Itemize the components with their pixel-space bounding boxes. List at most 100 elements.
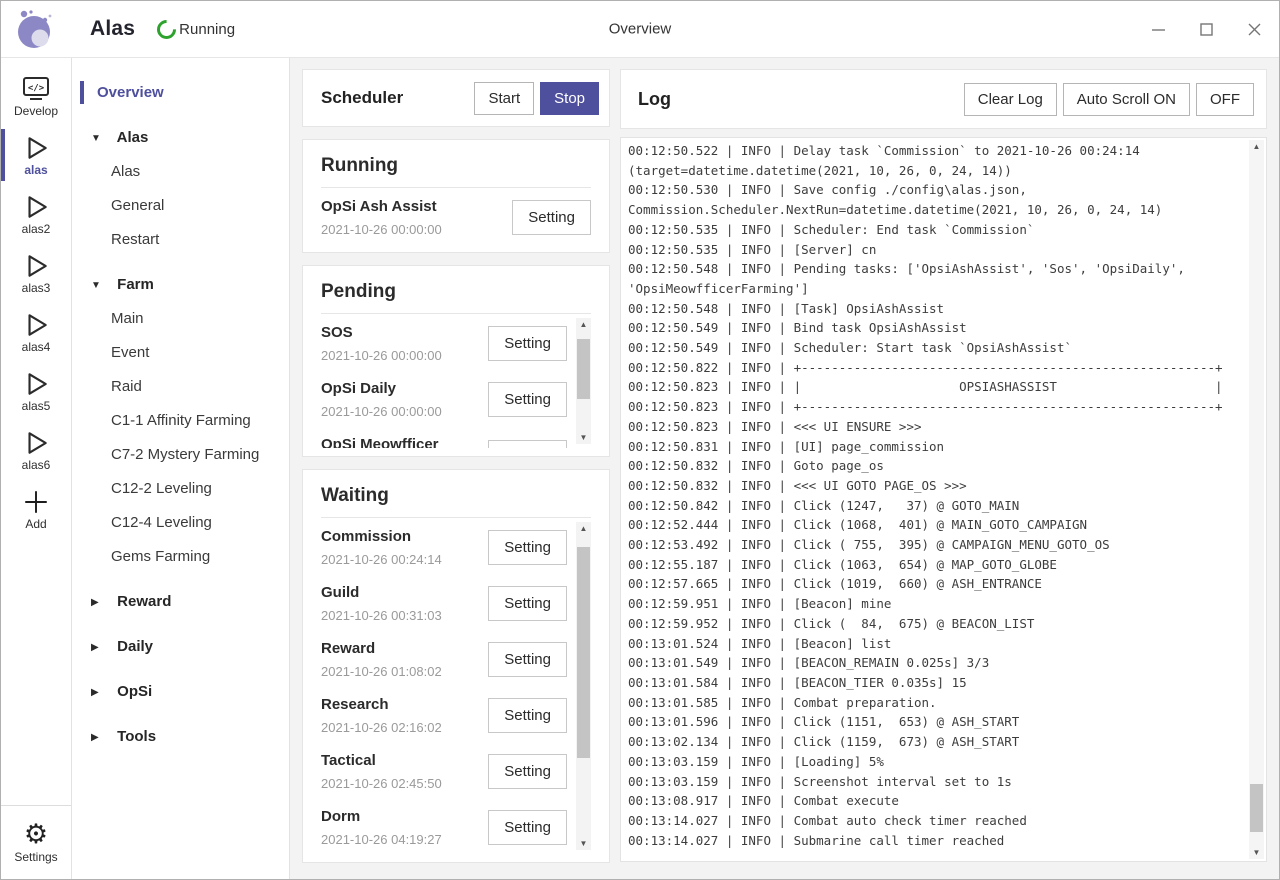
rail-item-alas[interactable]: alas <box>1 126 71 184</box>
waiting-scrollbar[interactable]: ▲ ▼ <box>576 522 591 850</box>
log-viewer[interactable]: 00:12:50.522 | INFO | Delay task `Commis… <box>620 137 1267 862</box>
log-line: 00:12:57.665 | INFO | Click (1019, 660) … <box>628 574 1240 594</box>
task-setting-button[interactable]: Setting <box>488 440 567 449</box>
task-setting-button[interactable]: Setting <box>488 810 567 845</box>
play-icon <box>22 429 50 457</box>
scroll-track[interactable] <box>1249 153 1264 846</box>
nav-item[interactable]: Restart <box>72 223 289 256</box>
scroll-thumb[interactable] <box>577 339 590 399</box>
auto-scroll-off-button[interactable]: OFF <box>1196 83 1254 116</box>
nav-item[interactable]: Raid <box>72 370 289 403</box>
scheduler-title: Scheduler <box>321 88 474 108</box>
log-line: 00:12:50.549 | INFO | Bind task OpsiAshA… <box>628 318 1240 338</box>
task-info: Research 2021-10-26 02:16:02 <box>321 695 488 735</box>
maximize-button[interactable] <box>1195 18 1217 40</box>
scroll-track[interactable] <box>576 331 591 431</box>
nav-item[interactable]: C1-1 Affinity Farming <box>72 404 289 437</box>
nav-item[interactable]: Main <box>72 302 289 335</box>
log-line: 00:12:50.842 | INFO | Click (1247, 37) @… <box>628 496 1240 516</box>
alas-logo-icon <box>14 7 58 51</box>
rail-item-label: alas5 <box>22 399 51 413</box>
rail-item-label: Add <box>25 517 46 531</box>
rail-item-develop[interactable]: </> Develop <box>1 67 71 125</box>
scroll-thumb[interactable] <box>1250 784 1263 833</box>
task-next-run-time: 2021-10-26 00:24:14 <box>321 552 488 567</box>
add-config-button[interactable]: Add <box>1 480 71 538</box>
window-controls <box>1147 1 1265 57</box>
task-info: Guild 2021-10-26 00:31:03 <box>321 583 488 623</box>
task-setting-button[interactable]: Setting <box>488 698 567 733</box>
rail-item-alas5[interactable]: alas5 <box>1 362 71 420</box>
task-row: OpSi Meowfficer Farming Setting <box>321 426 591 448</box>
task-next-run-time: 2021-10-26 00:00:00 <box>321 348 488 363</box>
nav-item[interactable]: ▶ Reward <box>72 585 289 618</box>
log-line: 00:12:50.548 | INFO | Pending tasks: ['O… <box>628 259 1240 298</box>
task-setting-button[interactable]: Setting <box>512 200 591 235</box>
nav-item[interactable]: ▼ Farm <box>72 268 289 301</box>
nav-item[interactable]: General <box>72 189 289 222</box>
pending-task-list: SOS 2021-10-26 00:00:00 Setting OpSi Dai… <box>321 314 591 448</box>
nav-item[interactable]: ▼ Alas <box>72 121 289 154</box>
rail-item-alas2[interactable]: alas2 <box>1 185 71 243</box>
task-setting-button[interactable]: Setting <box>488 586 567 621</box>
nav-item-label: Raid <box>111 378 142 395</box>
auto-scroll-on-button[interactable]: Auto Scroll ON <box>1063 83 1190 116</box>
scroll-down-icon[interactable]: ▼ <box>1249 846 1264 859</box>
nav-item-label: Restart <box>111 231 159 248</box>
running-panel-title: Running <box>321 155 591 188</box>
minimize-button[interactable] <box>1147 18 1169 40</box>
log-line: 00:13:01.549 | INFO | [BEACON_REMAIN 0.0… <box>628 653 1240 673</box>
nav-item-label: Overview <box>97 84 164 101</box>
nav-item[interactable]: Event <box>72 336 289 369</box>
triangle-icon: ▼ <box>91 133 113 144</box>
running-panel: Running OpSi Ash Assist 2021-10-26 00:00… <box>302 139 610 253</box>
task-setting-button[interactable]: Setting <box>488 530 567 565</box>
scroll-up-icon[interactable]: ▲ <box>576 318 591 331</box>
task-setting-button[interactable]: Setting <box>488 642 567 677</box>
settings-button[interactable]: ⚙ Settings <box>1 805 71 877</box>
scheduler-column: Scheduler Start Stop Running OpSi Ash As… <box>290 58 620 879</box>
nav-item[interactable]: Alas <box>72 155 289 188</box>
task-setting-button[interactable]: Setting <box>488 326 567 361</box>
scroll-up-icon[interactable]: ▲ <box>576 522 591 535</box>
nav-item[interactable]: Overview <box>72 76 289 109</box>
task-info: Dorm 2021-10-26 04:19:27 <box>321 807 488 847</box>
task-setting-button[interactable]: Setting <box>488 754 567 789</box>
rail-item-label: Settings <box>14 850 57 864</box>
rail-item-alas4[interactable]: alas4 <box>1 303 71 361</box>
nav-item[interactable]: Gems Farming <box>72 540 289 573</box>
scroll-track[interactable] <box>576 535 591 837</box>
scheduler-status-text: Running <box>179 21 235 38</box>
scroll-thumb[interactable] <box>577 547 590 758</box>
stop-button[interactable]: Stop <box>540 82 599 115</box>
rail-item-alas3[interactable]: alas3 <box>1 244 71 302</box>
nav-item[interactable]: C12-2 Leveling <box>72 472 289 505</box>
nav-item-label: Alas <box>117 129 149 146</box>
nav-item-label: C7-2 Mystery Farming <box>111 446 259 463</box>
log-line: 00:12:52.444 | INFO | Click (1068, 401) … <box>628 515 1240 535</box>
task-name: Commission <box>321 527 488 546</box>
task-setting-button[interactable]: Setting <box>488 382 567 417</box>
scroll-down-icon[interactable]: ▼ <box>576 837 591 850</box>
triangle-icon: ▼ <box>91 280 113 291</box>
pending-panel: Pending SOS 2021-10-26 00:00:00 Setting <box>302 265 610 457</box>
log-line: 00:13:03.159 | INFO | [Loading] 5% <box>628 752 1240 772</box>
nav-item[interactable]: ▶ Tools <box>72 720 289 753</box>
rail-item-alas6[interactable]: alas6 <box>1 421 71 479</box>
scroll-down-icon[interactable]: ▼ <box>576 431 591 444</box>
start-button[interactable]: Start <box>474 82 534 115</box>
pending-scrollbar[interactable]: ▲ ▼ <box>576 318 591 444</box>
close-button[interactable] <box>1243 18 1265 40</box>
nav-item-label: Main <box>111 310 144 327</box>
nav-item[interactable]: ▶ OpSi <box>72 675 289 708</box>
clear-log-button[interactable]: Clear Log <box>964 83 1057 116</box>
scroll-up-icon[interactable]: ▲ <box>1249 140 1264 153</box>
log-scrollbar[interactable]: ▲ ▼ <box>1249 140 1264 859</box>
nav-item[interactable]: C7-2 Mystery Farming <box>72 438 289 471</box>
rail-item-label: alas6 <box>22 458 51 472</box>
log-line: 00:12:50.823 | INFO | | OPSIASHASSIST | <box>628 377 1240 397</box>
nav-item[interactable]: ▶ Daily <box>72 630 289 663</box>
nav-item[interactable]: C12-4 Leveling <box>72 506 289 539</box>
triangle-icon: ▶ <box>91 642 113 653</box>
task-next-run-time: 2021-10-26 04:19:27 <box>321 832 488 847</box>
